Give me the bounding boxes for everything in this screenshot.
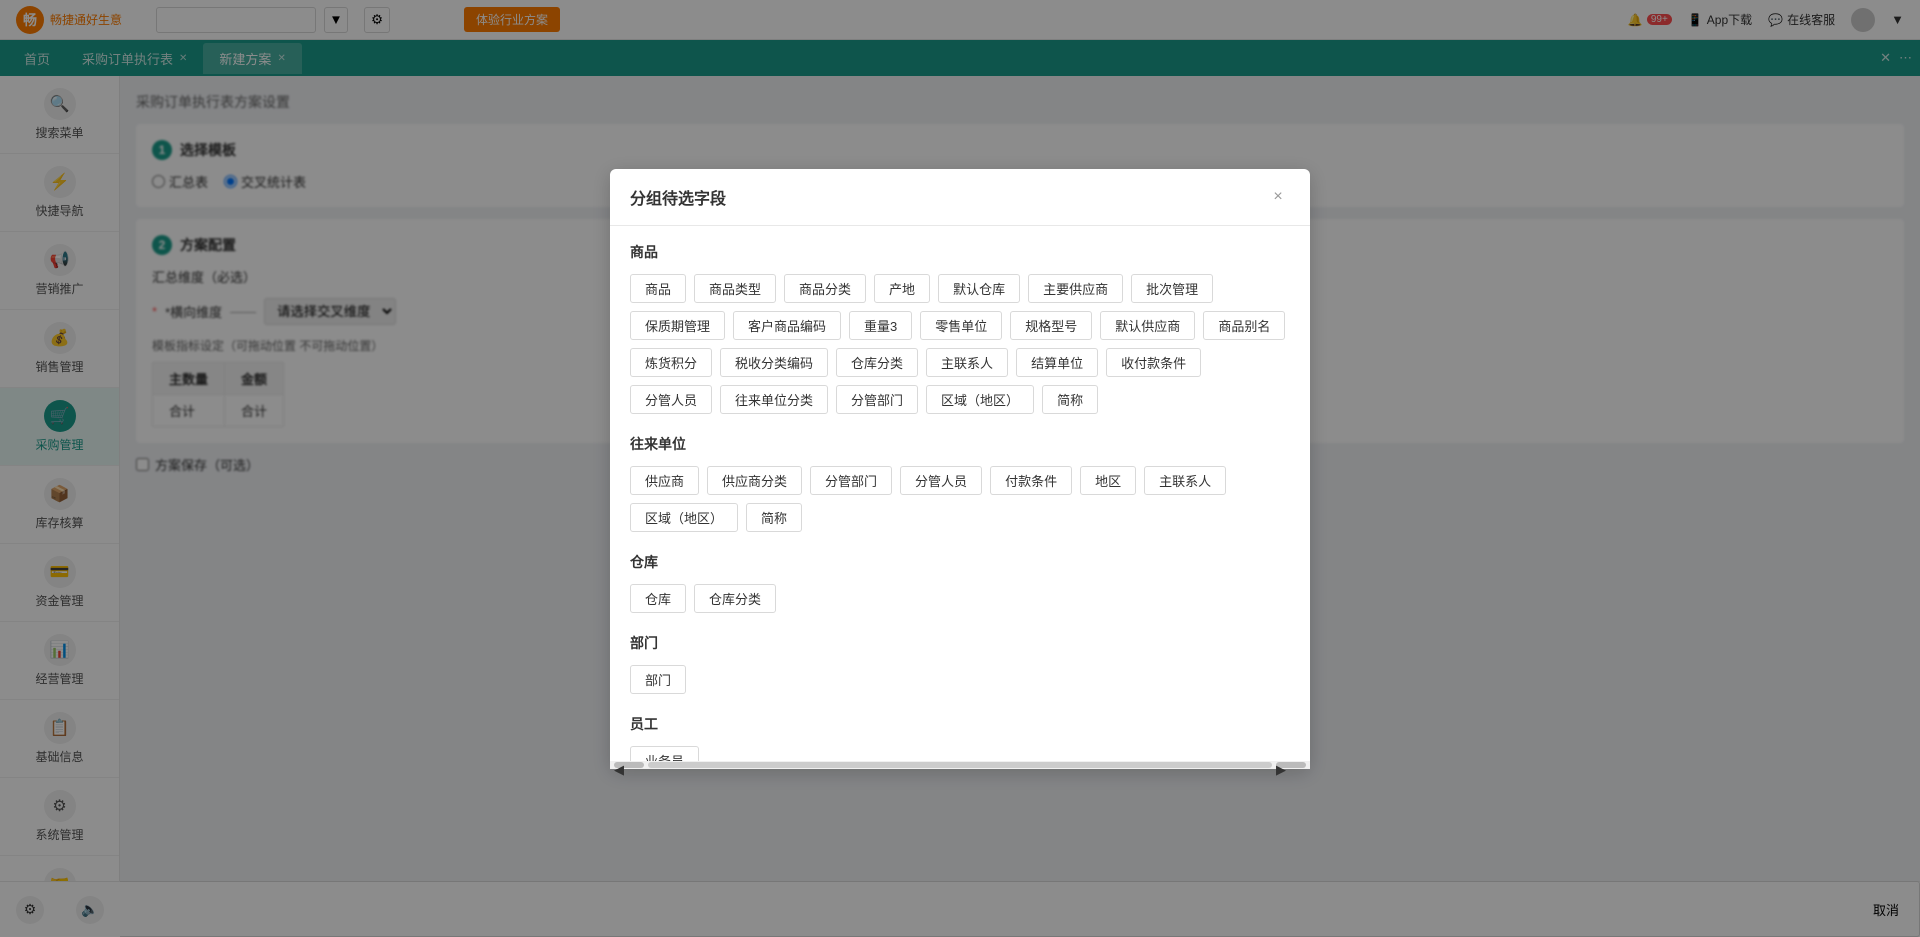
field-group-warehouse-title: 仓库	[630, 552, 1290, 572]
field-tag-alias[interactable]: 商品别名	[1203, 311, 1285, 340]
field-group-employee: 员工 业务员	[630, 714, 1290, 762]
field-tag-product[interactable]: 商品	[630, 274, 686, 303]
field-tag-product-type[interactable]: 商品类型	[694, 274, 776, 303]
hscroll-right-btn[interactable]: ▶	[1276, 762, 1306, 768]
field-tag-warehouse[interactable]: 仓库	[630, 584, 686, 613]
field-tag-short-name[interactable]: 简称	[1042, 385, 1098, 414]
modal-overlay: 分组待选字段 × 商品 商品 商品类型 商品分类 产地 默认仓库 主要供应商 批…	[0, 0, 1920, 937]
hscroll-thumb[interactable]	[648, 762, 1272, 768]
field-tag-points[interactable]: 炼货积分	[630, 348, 712, 377]
field-group-product-title: 商品	[630, 242, 1290, 262]
field-tag-payment-condition[interactable]: 付款条件	[990, 466, 1072, 495]
field-group-partner-title: 往来单位	[630, 434, 1290, 454]
field-tag-tax-code[interactable]: 税收分类编码	[720, 348, 828, 377]
field-tag-weight[interactable]: 重量3	[849, 311, 912, 340]
field-tag-settlement-unit[interactable]: 结算单位	[1016, 348, 1098, 377]
field-tag-default-warehouse[interactable]: 默认仓库	[938, 274, 1020, 303]
field-tag-expiry[interactable]: 保质期管理	[630, 311, 725, 340]
field-tag-main-supplier[interactable]: 主要供应商	[1028, 274, 1123, 303]
field-tag-salesperson[interactable]: 业务员	[630, 746, 699, 762]
field-tag-partner-category[interactable]: 往来单位分类	[720, 385, 828, 414]
field-tag-product-category[interactable]: 商品分类	[784, 274, 866, 303]
modal-hscrollbar[interactable]: ◀ ▶	[610, 761, 1310, 768]
modal-title: 分组待选字段	[630, 185, 726, 209]
field-tag-spec[interactable]: 规格型号	[1010, 311, 1092, 340]
field-tag-supplier-category[interactable]: 供应商分类	[707, 466, 802, 495]
field-tag-supplier[interactable]: 供应商	[630, 466, 699, 495]
employee-fields: 业务员	[630, 746, 1290, 762]
field-group-dept: 部门 部门	[630, 633, 1290, 694]
field-tag-warehouse-cat[interactable]: 仓库分类	[694, 584, 776, 613]
modal-header: 分组待选字段 ×	[610, 169, 1310, 226]
field-tag-payment-terms[interactable]: 收付款条件	[1106, 348, 1201, 377]
field-tag-customer-code[interactable]: 客户商品编码	[733, 311, 841, 340]
hscroll-left-btn[interactable]: ◀	[614, 762, 644, 768]
field-tag-partner-dept[interactable]: 分管部门	[810, 466, 892, 495]
field-tag-area[interactable]: 地区	[1080, 466, 1136, 495]
warehouse-fields: 仓库 仓库分类	[630, 584, 1290, 613]
partner-fields: 供应商 供应商分类 分管部门 分管人员 付款条件 地区 主联系人 区域（地区） …	[630, 466, 1290, 532]
modal-body: 商品 商品 商品类型 商品分类 产地 默认仓库 主要供应商 批次管理 保质期管理…	[610, 226, 1310, 762]
field-group-employee-title: 员工	[630, 714, 1290, 734]
field-tag-partner-manager[interactable]: 分管人员	[900, 466, 982, 495]
field-tag-warehouse-category[interactable]: 仓库分类	[836, 348, 918, 377]
field-group-product: 商品 商品 商品类型 商品分类 产地 默认仓库 主要供应商 批次管理 保质期管理…	[630, 242, 1290, 414]
field-tag-contact[interactable]: 主联系人	[926, 348, 1008, 377]
group-field-modal: 分组待选字段 × 商品 商品 商品类型 商品分类 产地 默认仓库 主要供应商 批…	[610, 169, 1310, 769]
field-tag-default-supplier[interactable]: 默认供应商	[1100, 311, 1195, 340]
product-fields: 商品 商品类型 商品分类 产地 默认仓库 主要供应商 批次管理 保质期管理 客户…	[630, 274, 1290, 414]
field-group-partner: 往来单位 供应商 供应商分类 分管部门 分管人员 付款条件 地区 主联系人 区域…	[630, 434, 1290, 532]
dept-fields: 部门	[630, 665, 1290, 694]
field-tag-region[interactable]: 区域（地区）	[926, 385, 1034, 414]
field-tag-batch[interactable]: 批次管理	[1131, 274, 1213, 303]
field-tag-department[interactable]: 部门	[630, 665, 686, 694]
modal-close-btn[interactable]: ×	[1266, 185, 1290, 209]
field-group-warehouse: 仓库 仓库 仓库分类	[630, 552, 1290, 613]
field-tag-partner-short[interactable]: 简称	[746, 503, 802, 532]
field-tag-origin[interactable]: 产地	[874, 274, 930, 303]
field-tag-partner-region[interactable]: 区域（地区）	[630, 503, 738, 532]
field-tag-manager[interactable]: 分管人员	[630, 385, 712, 414]
field-group-dept-title: 部门	[630, 633, 1290, 653]
field-tag-retail-unit[interactable]: 零售单位	[920, 311, 1002, 340]
field-tag-main-contact[interactable]: 主联系人	[1144, 466, 1226, 495]
field-tag-dept[interactable]: 分管部门	[836, 385, 918, 414]
